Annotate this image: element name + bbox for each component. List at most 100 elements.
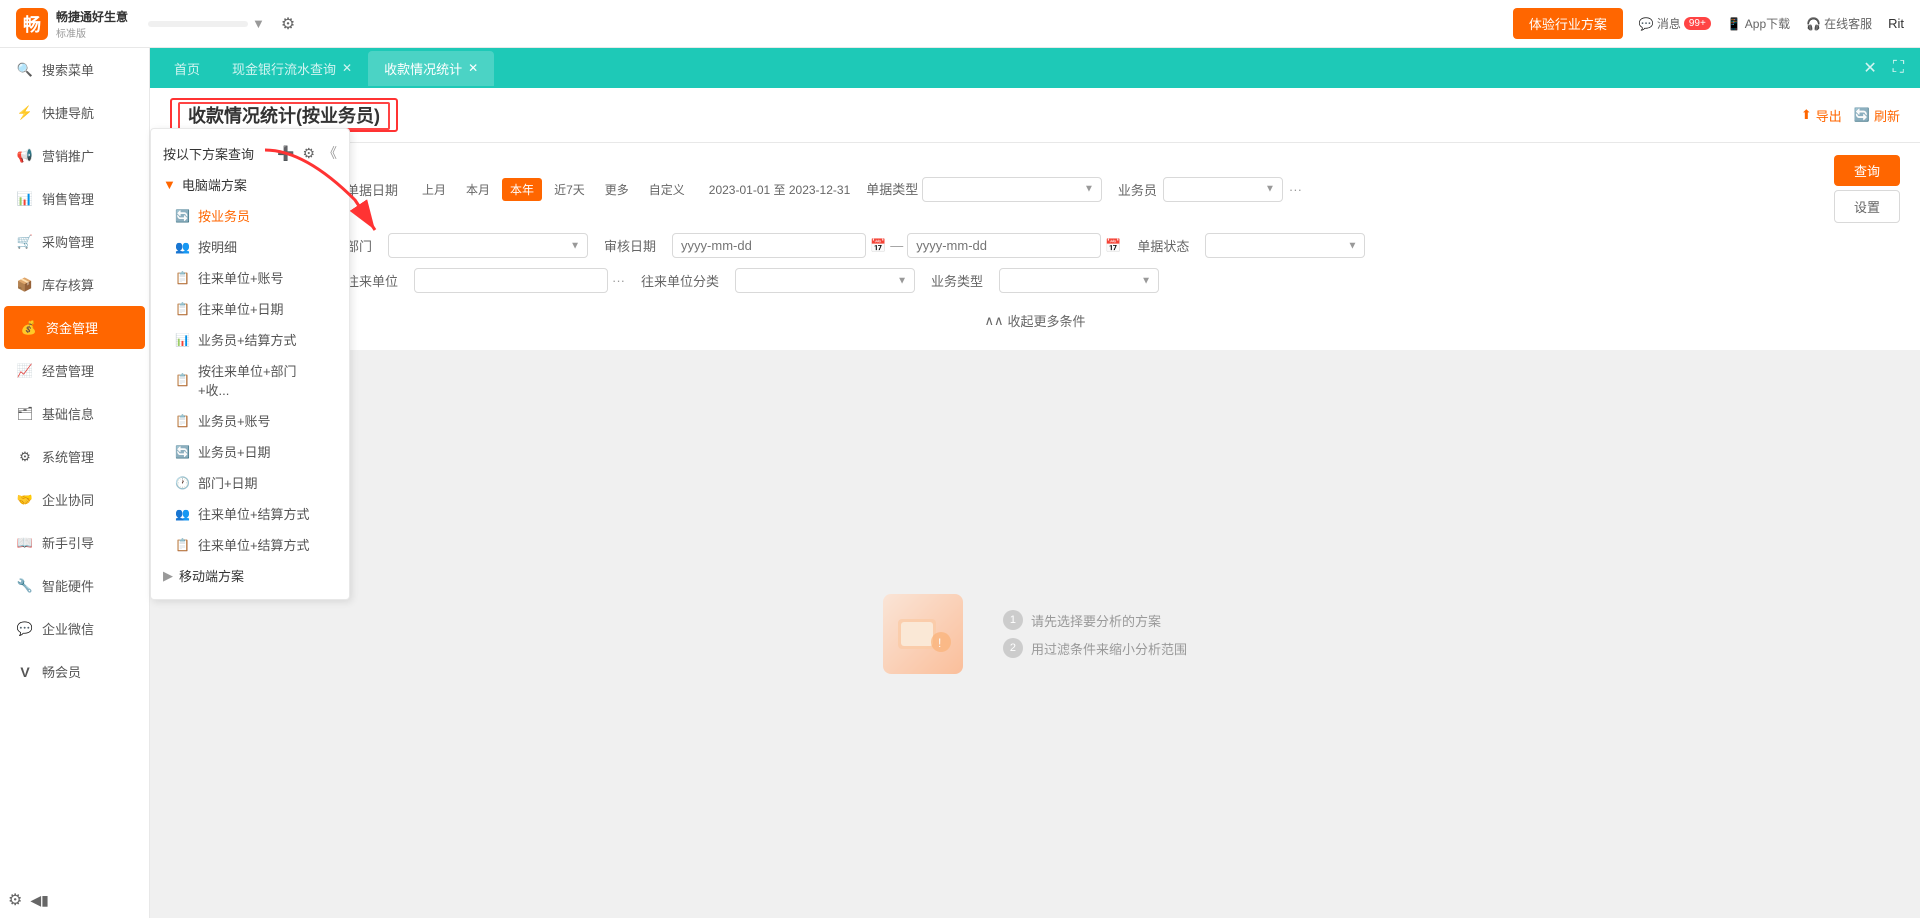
sidebar-item-search[interactable]: 🔍 搜索菜单 xyxy=(0,48,149,91)
scheme-item-3[interactable]: 📋 往来单位+日期 xyxy=(151,293,349,324)
tab-bank-close-icon[interactable]: ✕ xyxy=(342,61,352,75)
tab-collection-close-icon[interactable]: ✕ xyxy=(468,61,478,75)
salesperson-more-icon[interactable]: ··· xyxy=(1289,182,1302,197)
sidebar-label-marketing: 营销推广 xyxy=(42,146,94,165)
sidebar-item-purchase[interactable]: 🛒 采购管理 xyxy=(0,220,149,263)
date-tab-more[interactable]: 更多 xyxy=(597,178,637,201)
doc-type-select[interactable] xyxy=(922,177,1102,202)
scheme-item-9[interactable]: 👥 往来单位+结算方式 xyxy=(151,498,349,529)
sidebar-label-system: 系统管理 xyxy=(42,447,94,466)
sidebar-settings-icon[interactable]: ⚙ xyxy=(8,890,22,910)
review-date-start[interactable] xyxy=(672,233,866,258)
biz-type-select[interactable] xyxy=(999,268,1159,293)
scheme-item-8[interactable]: 🕐 部门+日期 xyxy=(151,467,349,498)
date-tab-7days[interactable]: 近7天 xyxy=(546,178,593,201)
doc-status-select[interactable] xyxy=(1205,233,1365,258)
sidebar-item-collab[interactable]: 🤝 企业协同 xyxy=(0,478,149,521)
header-actions: 💬 消息 99+ 📱 App下载 🎧 在线客服 Rit xyxy=(1639,15,1904,32)
tab-bank-flow[interactable]: 现金银行流水查询 ✕ xyxy=(216,51,368,86)
empty-steps: 1 请先选择要分析的方案 2 用过滤条件来缩小分析范围 xyxy=(1003,610,1187,658)
panel-add-icon[interactable]: ➕ xyxy=(277,145,294,162)
scheme-item-label-1: 按明细 xyxy=(198,237,237,256)
headset-icon: 🎧 xyxy=(1806,17,1821,31)
empty-step-2: 2 用过滤条件来缩小分析范围 xyxy=(1003,638,1187,658)
industry-btn[interactable]: 体验行业方案 xyxy=(1513,8,1623,39)
date-tab-lastmonth[interactable]: 上月 xyxy=(414,178,454,201)
sidebar-item-quicknav[interactable]: ⚡ 快捷导航 xyxy=(0,91,149,134)
service-btn[interactable]: 🎧 在线客服 xyxy=(1806,15,1872,32)
scheme-item-5[interactable]: 📋 按往来单位+部门+收... xyxy=(151,355,349,405)
query-btn[interactable]: 查询 xyxy=(1834,155,1900,186)
sidebar-item-inventory[interactable]: 📦 库存核算 xyxy=(0,263,149,306)
sidebar-item-marketing[interactable]: 📢 营销推广 xyxy=(0,134,149,177)
dept-select[interactable] xyxy=(388,233,588,258)
sidebar-collapse-icon[interactable]: ◀▮ xyxy=(30,892,48,909)
page-title: 收款情况统计(按业务员) xyxy=(178,102,390,130)
desktop-group-label: 电脑端方案 xyxy=(182,175,247,194)
tab-collection-label: 收款情况统计 xyxy=(384,59,462,78)
tab-home[interactable]: 首页 xyxy=(158,51,216,86)
header-right: 体验行业方案 💬 消息 99+ 📱 App下载 🎧 在线客服 Rit xyxy=(1513,8,1904,39)
desktop-group-title[interactable]: ▼ 电脑端方案 xyxy=(151,169,349,200)
marketing-icon: 📢 xyxy=(16,147,34,165)
settings-icon[interactable]: ⚙ xyxy=(281,14,295,34)
sidebar-label-purchase: 采购管理 xyxy=(42,232,94,251)
biz-type-label: 业务类型 xyxy=(931,271,983,290)
counterpart-cat-select[interactable] xyxy=(735,268,915,293)
tab-close-all-icon[interactable]: ✕ xyxy=(1855,58,1884,78)
salesperson-select[interactable] xyxy=(1163,177,1283,202)
empty-icon: ! xyxy=(883,594,963,674)
date-tab-thismonth[interactable]: 本月 xyxy=(458,178,498,201)
sidebar-item-basic[interactable]: 🗂 基础信息 xyxy=(0,392,149,435)
scheme-item-0[interactable]: 🔄 按业务员 xyxy=(151,200,349,231)
sidebar-label-hardware: 智能硬件 xyxy=(42,576,94,595)
scheme-item-icon-10: 📋 xyxy=(175,538,190,552)
scheme-item-icon-7: 🔄 xyxy=(175,445,190,459)
sidebar-item-sales[interactable]: 📊 销售管理 xyxy=(0,177,149,220)
user-name[interactable]: Rit xyxy=(1888,16,1904,31)
date-tab-custom[interactable]: 自定义 xyxy=(641,178,693,201)
doc-type-wrapper: 单据类型 xyxy=(866,177,1102,202)
refresh-btn[interactable]: 🔄 刷新 xyxy=(1854,106,1900,125)
biz-type-wrapper xyxy=(999,268,1159,293)
date-tab-thisyear[interactable]: 本年 xyxy=(502,178,542,201)
collapse-label: 收起更多条件 xyxy=(1008,311,1086,330)
scheme-item-4[interactable]: 📊 业务员+结算方式 xyxy=(151,324,349,355)
sidebar-bottom: ⚙ ◀▮ xyxy=(0,882,149,918)
counterpart-input[interactable] xyxy=(414,268,608,293)
mobile-group-title[interactable]: ▶ 移动端方案 xyxy=(151,560,349,591)
date-end: 2023-12-31 xyxy=(789,183,850,197)
sidebar-item-vip[interactable]: V 畅会员 xyxy=(0,650,149,693)
counterpart-more-icon[interactable]: ··· xyxy=(612,273,625,288)
sidebar-item-finance[interactable]: 💰 资金管理 xyxy=(4,306,145,349)
sidebar-label-wechat: 企业微信 xyxy=(42,619,94,638)
doc-status-label: 单据状态 xyxy=(1137,236,1189,255)
sidebar-item-hardware[interactable]: 🔧 智能硬件 xyxy=(0,564,149,607)
settings-btn[interactable]: 设置 xyxy=(1834,190,1900,223)
sidebar-item-operations[interactable]: 📈 经营管理 xyxy=(0,349,149,392)
scheme-item-7[interactable]: 🔄 业务员+日期 xyxy=(151,436,349,467)
tab-maximize-icon[interactable]: ⛶ xyxy=(1885,59,1912,77)
sidebar-label-finance: 资金管理 xyxy=(46,318,98,337)
sidebar-item-guide[interactable]: 📖 新手引导 xyxy=(0,521,149,564)
scheme-item-1[interactable]: 👥 按明细 xyxy=(151,231,349,262)
calendar-icon-1[interactable]: 📅 xyxy=(870,238,886,254)
calendar-icon-2[interactable]: 📅 xyxy=(1105,238,1121,254)
sidebar-item-system[interactable]: ⚙ 系统管理 xyxy=(0,435,149,478)
tab-collection-stat[interactable]: 收款情况统计 ✕ xyxy=(368,51,494,86)
dropdown-icon[interactable]: ▼ xyxy=(252,16,265,31)
collapse-btn[interactable]: ∧∧ 收起更多条件 xyxy=(170,303,1900,338)
page-title-wrapper: 收款情况统计(按业务员) xyxy=(170,98,398,132)
panel-settings-icon[interactable]: ⚙ xyxy=(302,145,315,162)
review-date-end[interactable] xyxy=(907,233,1101,258)
export-btn[interactable]: ⬆ 导出 xyxy=(1801,106,1842,125)
message-btn[interactable]: 💬 消息 99+ xyxy=(1639,15,1711,32)
chevron-right-icon: ▶ xyxy=(163,568,173,584)
panel-collapse-icon[interactable]: 《 xyxy=(323,143,337,163)
download-btn[interactable]: 📱 App下载 xyxy=(1727,15,1790,32)
sidebar-item-wechat[interactable]: 💬 企业微信 xyxy=(0,607,149,650)
scheme-item-2[interactable]: 📋 往来单位+账号 xyxy=(151,262,349,293)
doc-type-label: 单据类型 xyxy=(866,182,918,197)
scheme-item-10[interactable]: 📋 往来单位+结算方式 xyxy=(151,529,349,560)
scheme-item-6[interactable]: 📋 业务员+账号 xyxy=(151,405,349,436)
